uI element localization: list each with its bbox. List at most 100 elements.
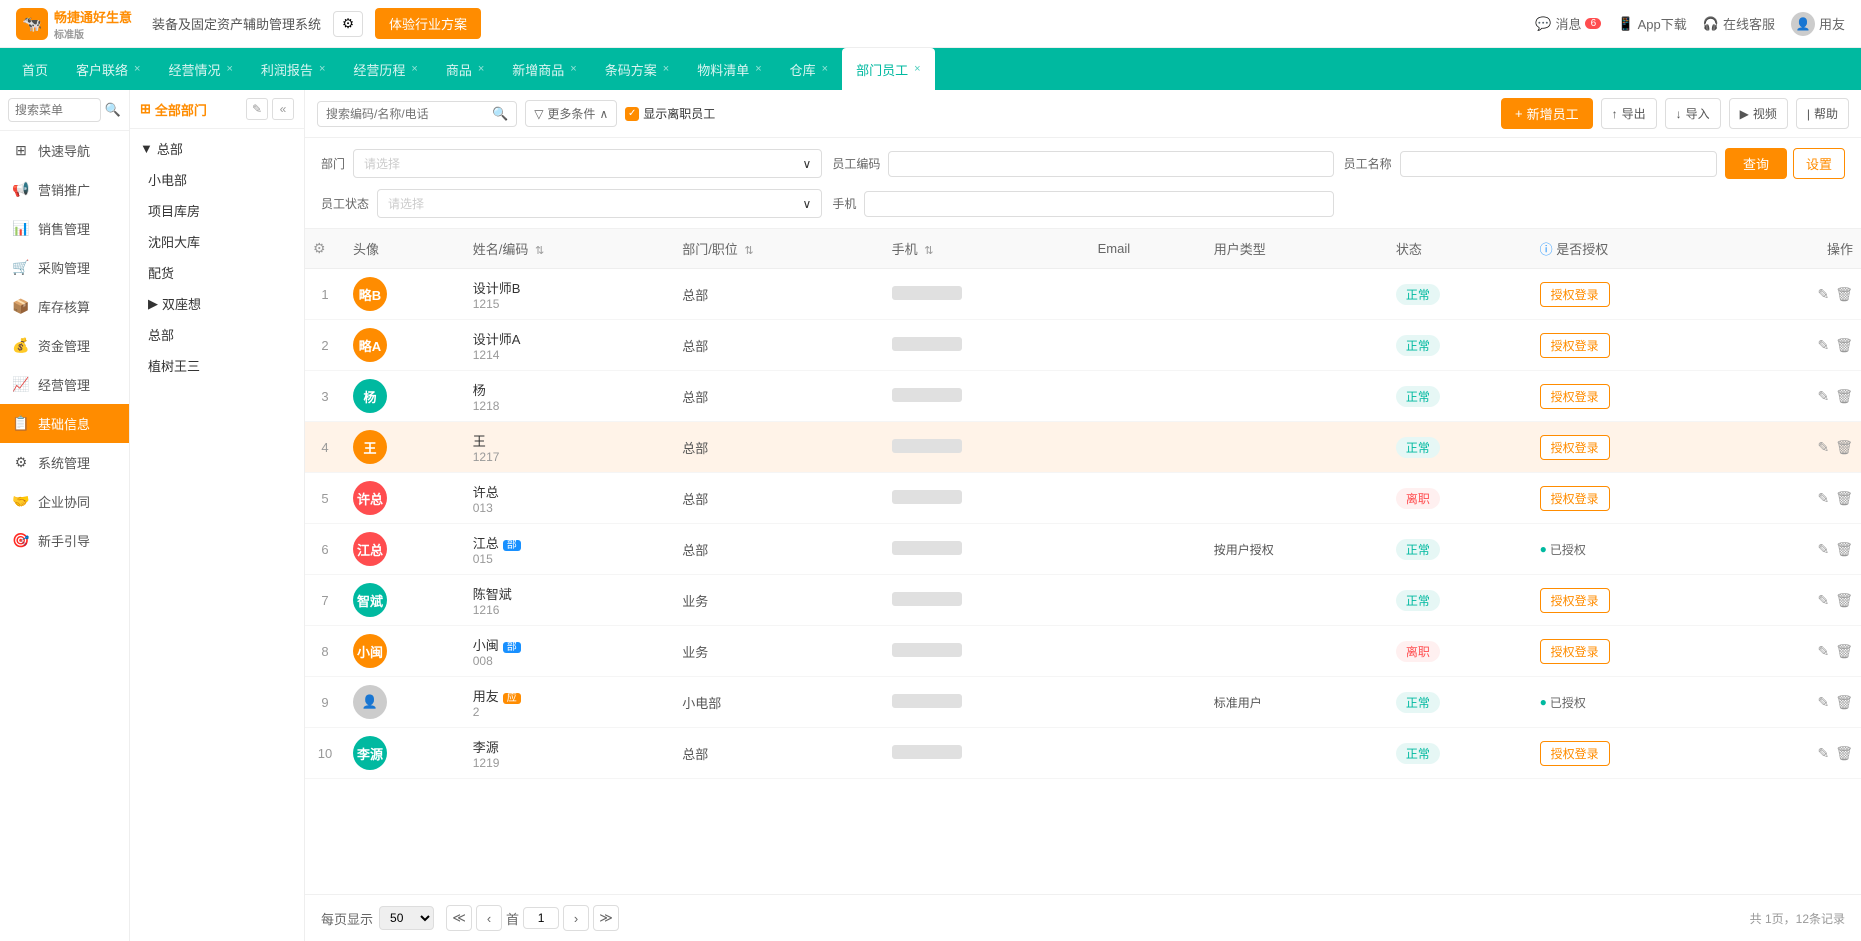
sidebar-item-system[interactable]: ⚙ 系统管理 — [0, 443, 129, 482]
sidebar-search-input[interactable] — [8, 98, 101, 122]
close-icon[interactable]: × — [319, 63, 325, 75]
export-button[interactable]: ↑ 导出 — [1601, 98, 1657, 129]
sidebar-item-cooperation[interactable]: 🤝 企业协同 — [0, 482, 129, 521]
close-icon[interactable]: × — [134, 63, 140, 75]
dept-node-zongbu[interactable]: 总部 — [130, 319, 304, 350]
message-action[interactable]: 💬 消息 6 — [1535, 14, 1601, 33]
dept-node-shuangzuo[interactable]: ▶ 双座想 — [130, 288, 304, 319]
app-download-action[interactable]: 📱 App下载 — [1617, 14, 1686, 33]
tab-operations[interactable]: 经营情况× — [154, 48, 246, 90]
tab-customer[interactable]: 客户联络× — [62, 48, 154, 90]
close-icon[interactable]: × — [226, 63, 232, 75]
auth-login-button[interactable]: 授权登录 — [1540, 741, 1610, 766]
delete-button[interactable]: 🗑 — [1835, 694, 1853, 711]
sort-icon[interactable]: ⇅ — [535, 245, 544, 257]
import-button[interactable]: ↓ 导入 — [1665, 98, 1721, 129]
emp-status-select[interactable]: 请选择 ∨ — [377, 189, 822, 218]
phone-input[interactable] — [864, 191, 1333, 217]
sidebar-item-finance[interactable]: 💰 资金管理 — [0, 326, 129, 365]
setting-button[interactable]: 设置 — [1793, 148, 1845, 179]
dept-node-planting[interactable]: 植树王三 — [130, 350, 304, 381]
auth-login-button[interactable]: 授权登录 — [1540, 384, 1610, 409]
edit-button[interactable]: ✎ — [1817, 337, 1829, 354]
edit-button[interactable]: ✎ — [1817, 694, 1829, 711]
next-page-btn[interactable]: › — [563, 905, 589, 931]
tab-goods[interactable]: 商品× — [432, 48, 498, 90]
gear-button[interactable]: ⚙ — [333, 11, 363, 37]
online-service-action[interactable]: 🎧 在线客服 — [1703, 14, 1775, 33]
close-icon[interactable]: × — [478, 63, 484, 75]
dept-edit-icon[interactable]: ✎ — [246, 98, 268, 120]
sort-icon[interactable]: ⇅ — [744, 245, 753, 257]
close-icon[interactable]: × — [822, 63, 828, 75]
tab-add-goods[interactable]: 新增商品× — [498, 48, 590, 90]
tab-warehouse[interactable]: 仓库× — [776, 48, 842, 90]
dept-node-small-elec[interactable]: 小电部 — [130, 164, 304, 195]
close-icon[interactable]: × — [570, 63, 576, 75]
sidebar-item-sales[interactable]: 📊 销售管理 — [0, 209, 129, 248]
help-button[interactable]: | 帮助 — [1796, 98, 1849, 129]
sidebar-item-inventory[interactable]: 📦 库存核算 — [0, 287, 129, 326]
delete-button[interactable]: 🗑 — [1835, 745, 1853, 762]
tab-home[interactable]: 首页 — [8, 48, 62, 90]
show-resigned-checkbox[interactable]: ✓ — [625, 107, 639, 121]
delete-button[interactable]: 🗑 — [1835, 541, 1853, 558]
edit-button[interactable]: ✎ — [1817, 388, 1829, 405]
emp-name-input[interactable] — [1400, 151, 1717, 177]
add-employee-button[interactable]: + 新增员工 — [1501, 98, 1593, 129]
last-page-btn[interactable]: ≫ — [593, 905, 619, 931]
dept-collapse-icon[interactable]: « — [272, 98, 294, 120]
auth-login-button[interactable]: 授权登录 — [1540, 639, 1610, 664]
page-input[interactable] — [523, 907, 559, 929]
sidebar-item-basic-info[interactable]: 📋 基础信息 — [0, 404, 129, 443]
sort-icon[interactable]: ⇅ — [924, 245, 933, 257]
user-action[interactable]: 👤 用友 — [1791, 12, 1845, 36]
edit-button[interactable]: ✎ — [1817, 643, 1829, 660]
sidebar-item-purchase[interactable]: 🛒 采购管理 — [0, 248, 129, 287]
close-icon[interactable]: × — [663, 63, 669, 75]
close-icon[interactable]: × — [755, 63, 761, 75]
trial-button[interactable]: 体验行业方案 — [375, 8, 481, 39]
edit-button[interactable]: ✎ — [1817, 745, 1829, 762]
show-resigned-check[interactable]: ✓ 显示离职员工 — [625, 105, 715, 122]
auth-login-button[interactable]: 授权登录 — [1540, 486, 1610, 511]
edit-button[interactable]: ✎ — [1817, 490, 1829, 507]
auth-login-button[interactable]: 授权登录 — [1540, 282, 1610, 307]
tab-profit[interactable]: 利润报告× — [247, 48, 339, 90]
prev-page-btn[interactable]: ‹ — [476, 905, 502, 931]
delete-button[interactable]: 🗑 — [1835, 643, 1853, 660]
dept-node-headquarters[interactable]: ▼ 总部 — [130, 133, 304, 164]
auth-login-button[interactable]: 授权登录 — [1540, 588, 1610, 613]
dept-select[interactable]: 请选择 ∨ — [353, 149, 822, 178]
delete-button[interactable]: 🗑 — [1835, 388, 1853, 405]
delete-button[interactable]: 🗑 — [1835, 286, 1853, 303]
edit-button[interactable]: ✎ — [1817, 439, 1829, 456]
delete-button[interactable]: 🗑 — [1835, 490, 1853, 507]
more-filter-button[interactable]: ▽ 更多条件 ∧ — [525, 100, 617, 127]
emp-code-input[interactable] — [888, 151, 1333, 177]
edit-button[interactable]: ✎ — [1817, 541, 1829, 558]
sidebar-item-guide[interactable]: 🎯 新手引导 — [0, 521, 129, 560]
dept-node-shenyang[interactable]: 沈阳大库 — [130, 226, 304, 257]
page-size-select[interactable]: 50 20 100 — [379, 906, 434, 930]
sidebar-item-operations[interactable]: 📈 经营管理 — [0, 365, 129, 404]
dept-node-project-room[interactable]: 项目库房 — [130, 195, 304, 226]
delete-button[interactable]: 🗑 — [1835, 439, 1853, 456]
sidebar-item-quick-nav[interactable]: ⊞ 快速导航 — [0, 131, 129, 170]
filter-search-input[interactable] — [326, 107, 486, 121]
tab-history[interactable]: 经营历程× — [339, 48, 431, 90]
query-button[interactable]: 查询 — [1725, 148, 1787, 179]
edit-button[interactable]: ✎ — [1817, 286, 1829, 303]
settings-icon[interactable]: ⚙ — [313, 240, 326, 256]
delete-button[interactable]: 🗑 — [1835, 337, 1853, 354]
close-icon[interactable]: × — [411, 63, 417, 75]
edit-button[interactable]: ✎ — [1817, 592, 1829, 609]
close-icon[interactable]: × — [914, 63, 920, 75]
view-button[interactable]: ▶ 视频 — [1729, 98, 1788, 129]
delete-button[interactable]: 🗑 — [1835, 592, 1853, 609]
dept-node-peiho[interactable]: 配货 — [130, 257, 304, 288]
auth-login-button[interactable]: 授权登录 — [1540, 333, 1610, 358]
auth-login-button[interactable]: 授权登录 — [1540, 435, 1610, 460]
tab-barcode[interactable]: 条码方案× — [591, 48, 683, 90]
tab-bom[interactable]: 物料清单× — [683, 48, 775, 90]
